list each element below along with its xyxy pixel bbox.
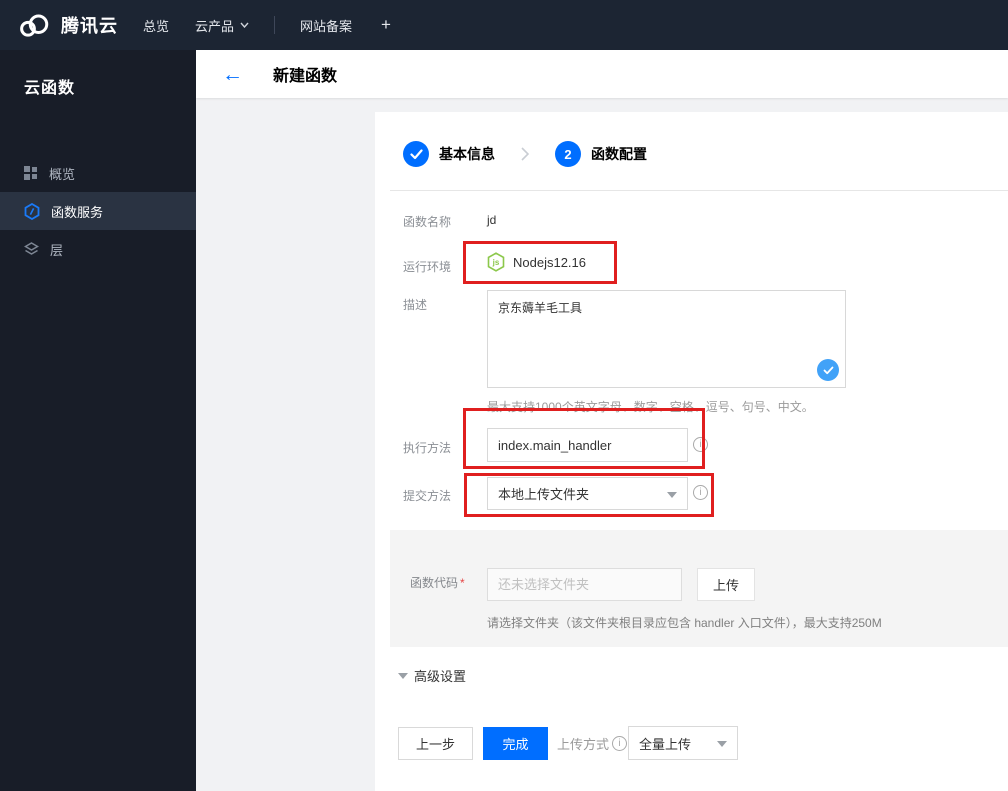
description-field-wrap: 京东薅羊毛工具 xyxy=(487,290,846,388)
function-hexagon-icon xyxy=(24,202,40,220)
svg-text:js: js xyxy=(492,258,500,267)
function-code-label: 函数代码 * xyxy=(410,574,465,591)
top-navbar: 腾讯云 总览 云产品 网站备案 + xyxy=(0,0,1008,50)
screen: 腾讯云 总览 云产品 网站备案 + 云函数 概览 函数服务 层 ← 新建函数 基… xyxy=(0,0,1008,791)
finish-button[interactable]: 完成 xyxy=(483,727,548,760)
previous-step-button[interactable]: 上一步 xyxy=(398,727,473,760)
select-caret-icon xyxy=(717,741,727,747)
sidebar-item-label: 层 xyxy=(50,242,64,258)
handler-label: 执行方法 xyxy=(403,441,452,455)
step-current-circle: 2 xyxy=(555,141,581,167)
step-label-function-config: 函数配置 xyxy=(591,146,647,162)
handler-input[interactable] xyxy=(487,428,688,462)
function-code-section: 函数代码* 上传 请选择文件夹（该文件夹根目录应包含 handler 入口文件）… xyxy=(390,530,1008,647)
upload-mode-select[interactable]: 全量上传 xyxy=(628,726,738,760)
page-title: 新建函数 xyxy=(273,68,338,85)
folder-path-input[interactable] xyxy=(487,568,682,601)
advanced-settings-label: 高级设置 xyxy=(414,669,467,684)
nav-item-cloud-products[interactable]: 云产品 xyxy=(182,0,262,50)
select-caret-icon xyxy=(667,492,677,498)
content-header: ← 新建函数 xyxy=(196,50,1008,98)
submit-method-value: 本地上传文件夹 xyxy=(498,487,590,502)
nav-item-label: 总览 xyxy=(143,18,170,34)
runtime-label: 运行环境 xyxy=(403,260,452,274)
nav-item-label: 云产品 xyxy=(195,18,235,34)
sidebar-item-overview[interactable]: 概览 xyxy=(0,154,196,192)
brand-name: 腾讯云 xyxy=(61,16,118,36)
description-textarea[interactable]: 京东薅羊毛工具 xyxy=(487,290,846,388)
add-nav-tab-button[interactable]: + xyxy=(365,15,407,35)
description-label: 描述 xyxy=(403,298,428,312)
check-icon xyxy=(409,148,423,159)
tencent-cloud-logo[interactable]: 腾讯云 xyxy=(16,12,118,38)
advanced-settings-toggle[interactable]: 高级设置 xyxy=(398,666,466,685)
triangle-down-icon xyxy=(398,672,408,679)
submit-method-label: 提交方法 xyxy=(403,489,452,503)
nav-item-overview[interactable]: 总览 xyxy=(130,0,182,50)
back-arrow-icon[interactable]: ← xyxy=(222,64,243,85)
section-divider xyxy=(390,190,1008,191)
layers-icon xyxy=(24,241,39,255)
nav-divider xyxy=(274,16,276,34)
nodejs-icon: js xyxy=(487,252,505,272)
upload-mode-value: 全量上传 xyxy=(639,736,692,752)
sidebar-item-label: 函数服务 xyxy=(51,204,104,220)
sidebar-menu: 概览 函数服务 层 xyxy=(0,154,196,268)
function-name-label: 函数名称 xyxy=(403,215,452,229)
description-help-text: 最大支持1000个英文字母、数字、空格、逗号、句号、中文。 xyxy=(487,400,814,414)
required-asterisk: * xyxy=(460,576,465,590)
sidebar-item-layers[interactable]: 层 xyxy=(0,230,196,268)
nav-item-label: 网站备案 xyxy=(300,18,353,34)
new-function-card: 基本信息 2 函数配置 函数名称 jd 运行环境 js Nodejs12.16 xyxy=(375,112,1008,791)
function-name-value: jd xyxy=(487,213,497,227)
sidebar-item-label: 概览 xyxy=(49,166,76,182)
nav-item-website-record[interactable]: 网站备案 xyxy=(287,0,365,50)
runtime-value: js Nodejs12.16 xyxy=(487,252,586,272)
upload-mode-label-wrap: 上传方式 i xyxy=(557,727,628,760)
sidebar: 云函数 概览 函数服务 层 xyxy=(0,50,196,791)
upload-mode-info-icon[interactable]: i xyxy=(612,736,628,751)
content-area: 基本信息 2 函数配置 函数名称 jd 运行环境 js Nodejs12.16 xyxy=(196,98,1008,791)
step-indicator: 基本信息 2 函数配置 xyxy=(403,140,647,168)
sidebar-title: 云函数 xyxy=(24,80,76,97)
upload-button[interactable]: 上传 xyxy=(697,568,755,601)
validation-check-icon xyxy=(817,359,839,381)
chevron-down-icon xyxy=(240,22,249,28)
step-label-basic-info: 基本信息 xyxy=(439,146,495,162)
submit-method-select[interactable]: 本地上传文件夹 xyxy=(487,477,688,510)
runtime-name: Nodejs12.16 xyxy=(513,254,586,270)
submit-method-info-icon[interactable]: i xyxy=(693,485,708,500)
grid-icon xyxy=(24,166,37,180)
step-done-circle xyxy=(403,141,429,167)
handler-info-icon[interactable]: i xyxy=(693,437,708,452)
function-code-help-text: 请选择文件夹（该文件夹根目录应包含 handler 入口文件），最大支持250M xyxy=(487,616,882,630)
top-nav-items: 总览 云产品 网站备案 + xyxy=(130,0,407,50)
function-code-label-text: 函数代码 xyxy=(410,576,459,590)
upload-mode-label: 上传方式 xyxy=(557,737,610,752)
sidebar-item-function-service[interactable]: 函数服务 xyxy=(0,192,196,230)
step-chevron-icon xyxy=(521,147,529,161)
cloud-logo-icon xyxy=(20,14,49,37)
